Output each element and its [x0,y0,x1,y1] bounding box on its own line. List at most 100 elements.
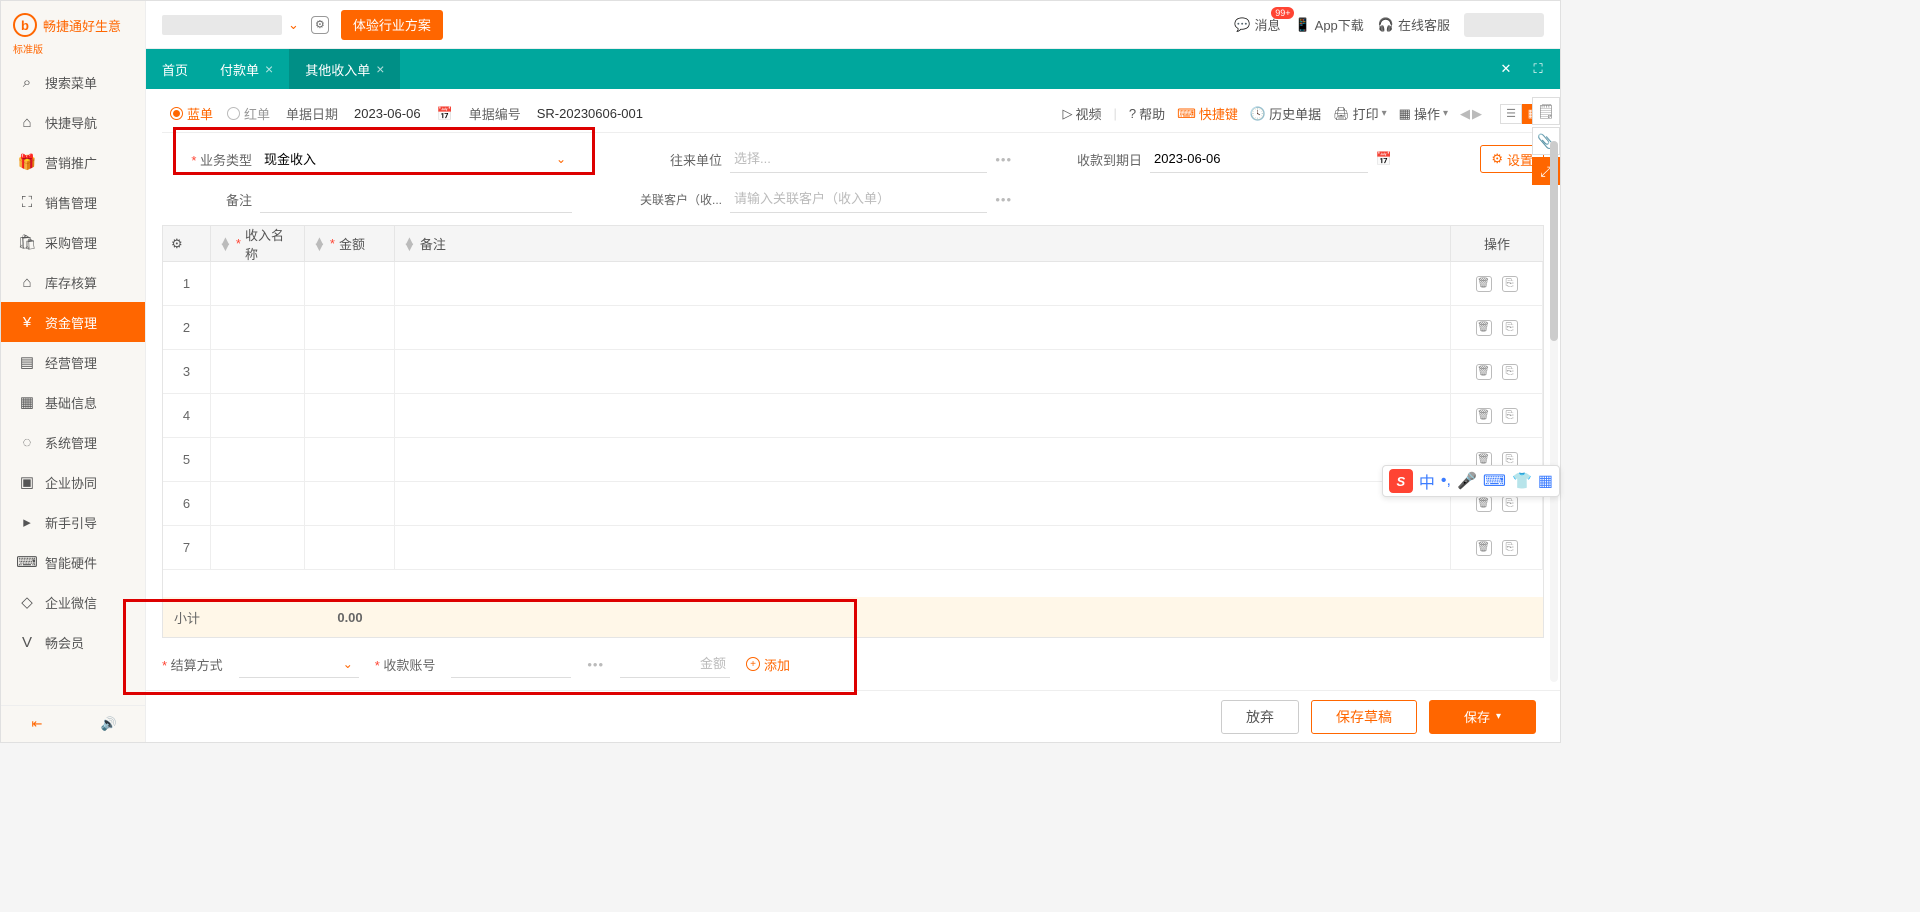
user-avatar-hidden[interactable] [1464,13,1544,37]
cell-remark[interactable] [395,262,1451,305]
cell-income-name[interactable] [211,526,305,569]
sidebar-item[interactable]: ⛶销售管理 [1,182,145,222]
cell-remark[interactable] [395,350,1451,393]
ime-punct-icon[interactable]: •, [1441,472,1451,490]
calendar-icon[interactable]: 📅 [437,106,453,122]
cell-income-name[interactable] [211,394,305,437]
history-button[interactable]: 🕓历史单据 [1250,104,1321,123]
delete-row-icon[interactable]: 🗑 [1476,408,1492,424]
tab-fullscreen-button[interactable]: ⛶ [1524,55,1552,83]
sidebar-item[interactable]: ◌系统管理 [1,422,145,462]
add-settlement-button[interactable]: + 添加 [746,655,790,674]
video-button[interactable]: ▷视频 [1062,104,1101,123]
radio-red[interactable]: 红单 [227,104,270,123]
table-row[interactable]: 2🗑⎘ [163,306,1543,350]
biz-type-select[interactable] [260,145,572,173]
tab-close-icon[interactable]: × [376,61,384,77]
tab-close-all-button[interactable]: ✕ [1492,55,1520,83]
cell-amount[interactable] [305,394,395,437]
ime-toolbar[interactable]: S 中 •, 🎤 ⌨ 👕 ▦ [1382,465,1560,497]
cell-income-name[interactable] [211,438,305,481]
cell-income-name[interactable] [211,262,305,305]
rail-note-button[interactable]: 🗒 [1532,97,1560,125]
cell-amount[interactable] [305,438,395,481]
table-row[interactable]: 4🗑⎘ [163,394,1543,438]
sidebar-item[interactable]: ▤经营管理 [1,342,145,382]
table-row[interactable]: 7🗑⎘ [163,526,1543,570]
th-remark[interactable]: ▲▼备注 [395,226,1451,261]
settle-amount-input[interactable] [620,650,730,678]
copy-row-icon[interactable]: ⎘ [1502,540,1518,556]
tab[interactable]: 付款单× [204,49,289,89]
radio-blue[interactable]: 蓝单 [170,104,213,123]
copy-row-icon[interactable]: ⎘ [1502,408,1518,424]
copy-row-icon[interactable]: ⎘ [1502,320,1518,336]
sidebar-item[interactable]: 🎁营销推广 [1,142,145,182]
delete-row-icon[interactable]: 🗑 [1476,276,1492,292]
ime-mic-icon[interactable]: 🎤 [1457,471,1477,491]
table-row[interactable]: 5🗑⎘ [163,438,1543,482]
scrollbar[interactable] [1550,141,1558,682]
sidebar-item[interactable]: V畅会员 [1,622,145,662]
prev-record-button[interactable]: ◀ [1460,106,1470,122]
sidebar-collapse-button[interactable]: ⇤ [1,706,73,742]
cell-amount[interactable] [305,350,395,393]
th-income-name[interactable]: ▲▼*收入名称 [211,226,305,261]
print-button[interactable]: 🖨打印▾ [1333,104,1387,123]
copy-row-icon[interactable]: ⎘ [1502,276,1518,292]
delete-row-icon[interactable]: 🗑 [1476,320,1492,336]
customer-service-button[interactable]: 🎧 在线客服 [1378,15,1450,34]
sidebar-item[interactable]: 🛍采购管理 [1,222,145,262]
tab[interactable]: 其他收入单× [289,49,400,89]
cell-amount[interactable] [305,482,395,525]
cell-amount[interactable] [305,262,395,305]
save-button[interactable]: 保存 ▾ [1429,700,1536,734]
delete-row-icon[interactable]: 🗑 [1476,364,1492,380]
sidebar-item[interactable]: ⌨智能硬件 [1,542,145,582]
help-button[interactable]: ?帮助 [1129,104,1165,123]
sidebar-item[interactable]: ▦基础信息 [1,382,145,422]
cell-income-name[interactable] [211,306,305,349]
account-input[interactable] [451,650,571,678]
cell-remark[interactable] [395,394,1451,437]
ime-skin-icon[interactable]: 👕 [1512,471,1532,491]
copy-row-icon[interactable]: ⎘ [1502,496,1518,512]
delete-row-icon[interactable]: 🗑 [1476,496,1492,512]
next-record-button[interactable]: ▶ [1472,106,1482,122]
account-more-button[interactable]: ••• [587,657,604,672]
view-list-button[interactable]: ☰ [1500,104,1522,124]
sidebar-item[interactable]: ⌕搜索菜单 [1,62,145,102]
sidebar-item[interactable]: ▣企业协同 [1,462,145,502]
sidebar-item[interactable]: ⌂快捷导航 [1,102,145,142]
tab[interactable]: 首页 [146,49,204,89]
rel-customer-input[interactable] [730,185,987,213]
save-draft-button[interactable]: 保存草稿 [1311,700,1417,734]
cell-remark[interactable] [395,306,1451,349]
messages-button[interactable]: 💬 消息 [1234,15,1280,34]
remark-input[interactable] [260,185,572,213]
cell-remark[interactable] [395,482,1451,525]
shortcut-button[interactable]: ⌨快捷键 [1177,104,1238,123]
table-row[interactable]: 1🗑⎘ [163,262,1543,306]
sidebar-item[interactable]: ⌂库存核算 [1,262,145,302]
ime-lang[interactable]: 中 [1419,469,1435,493]
gear-icon[interactable]: ⚙ [311,16,329,34]
calendar-icon[interactable]: 📅 [1376,151,1392,167]
trial-button[interactable]: 体验行业方案 [341,10,443,40]
cell-remark[interactable] [395,526,1451,569]
party-input[interactable] [730,145,987,173]
company-selector[interactable]: ⌄ [162,15,299,35]
sidebar-sound-button[interactable]: 🔊 [73,706,145,742]
app-download-button[interactable]: 📱 App下载 [1294,15,1363,34]
date-value[interactable]: 2023-06-06 [354,106,421,121]
sidebar-item[interactable]: ▸新手引导 [1,502,145,542]
rel-more-button[interactable]: ••• [995,192,1012,207]
due-date-input[interactable] [1150,145,1368,173]
party-more-button[interactable]: ••• [995,152,1012,167]
settle-method-select[interactable] [239,650,359,678]
abandon-button[interactable]: 放弃 [1221,700,1299,734]
table-row[interactable]: 3🗑⎘ [163,350,1543,394]
th-amount[interactable]: ▲▼*金额 [305,226,395,261]
cell-income-name[interactable] [211,482,305,525]
cell-income-name[interactable] [211,350,305,393]
